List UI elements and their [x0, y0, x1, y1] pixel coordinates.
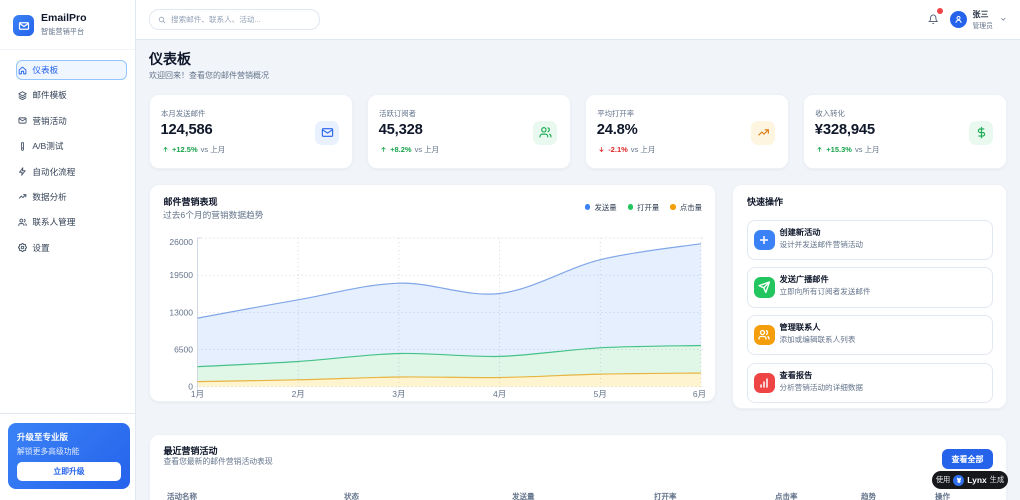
svg-text:6月: 6月 [693, 389, 706, 399]
svg-text:13000: 13000 [169, 307, 193, 317]
svg-text:3月: 3月 [392, 389, 405, 399]
svg-text:4月: 4月 [493, 389, 506, 399]
svg-text:5月: 5月 [594, 389, 607, 399]
svg-text:6500: 6500 [174, 345, 193, 355]
svg-text:19500: 19500 [169, 270, 193, 280]
svg-text:2月: 2月 [292, 389, 305, 399]
svg-text:1月: 1月 [191, 389, 204, 399]
svg-text:26000: 26000 [169, 237, 193, 247]
